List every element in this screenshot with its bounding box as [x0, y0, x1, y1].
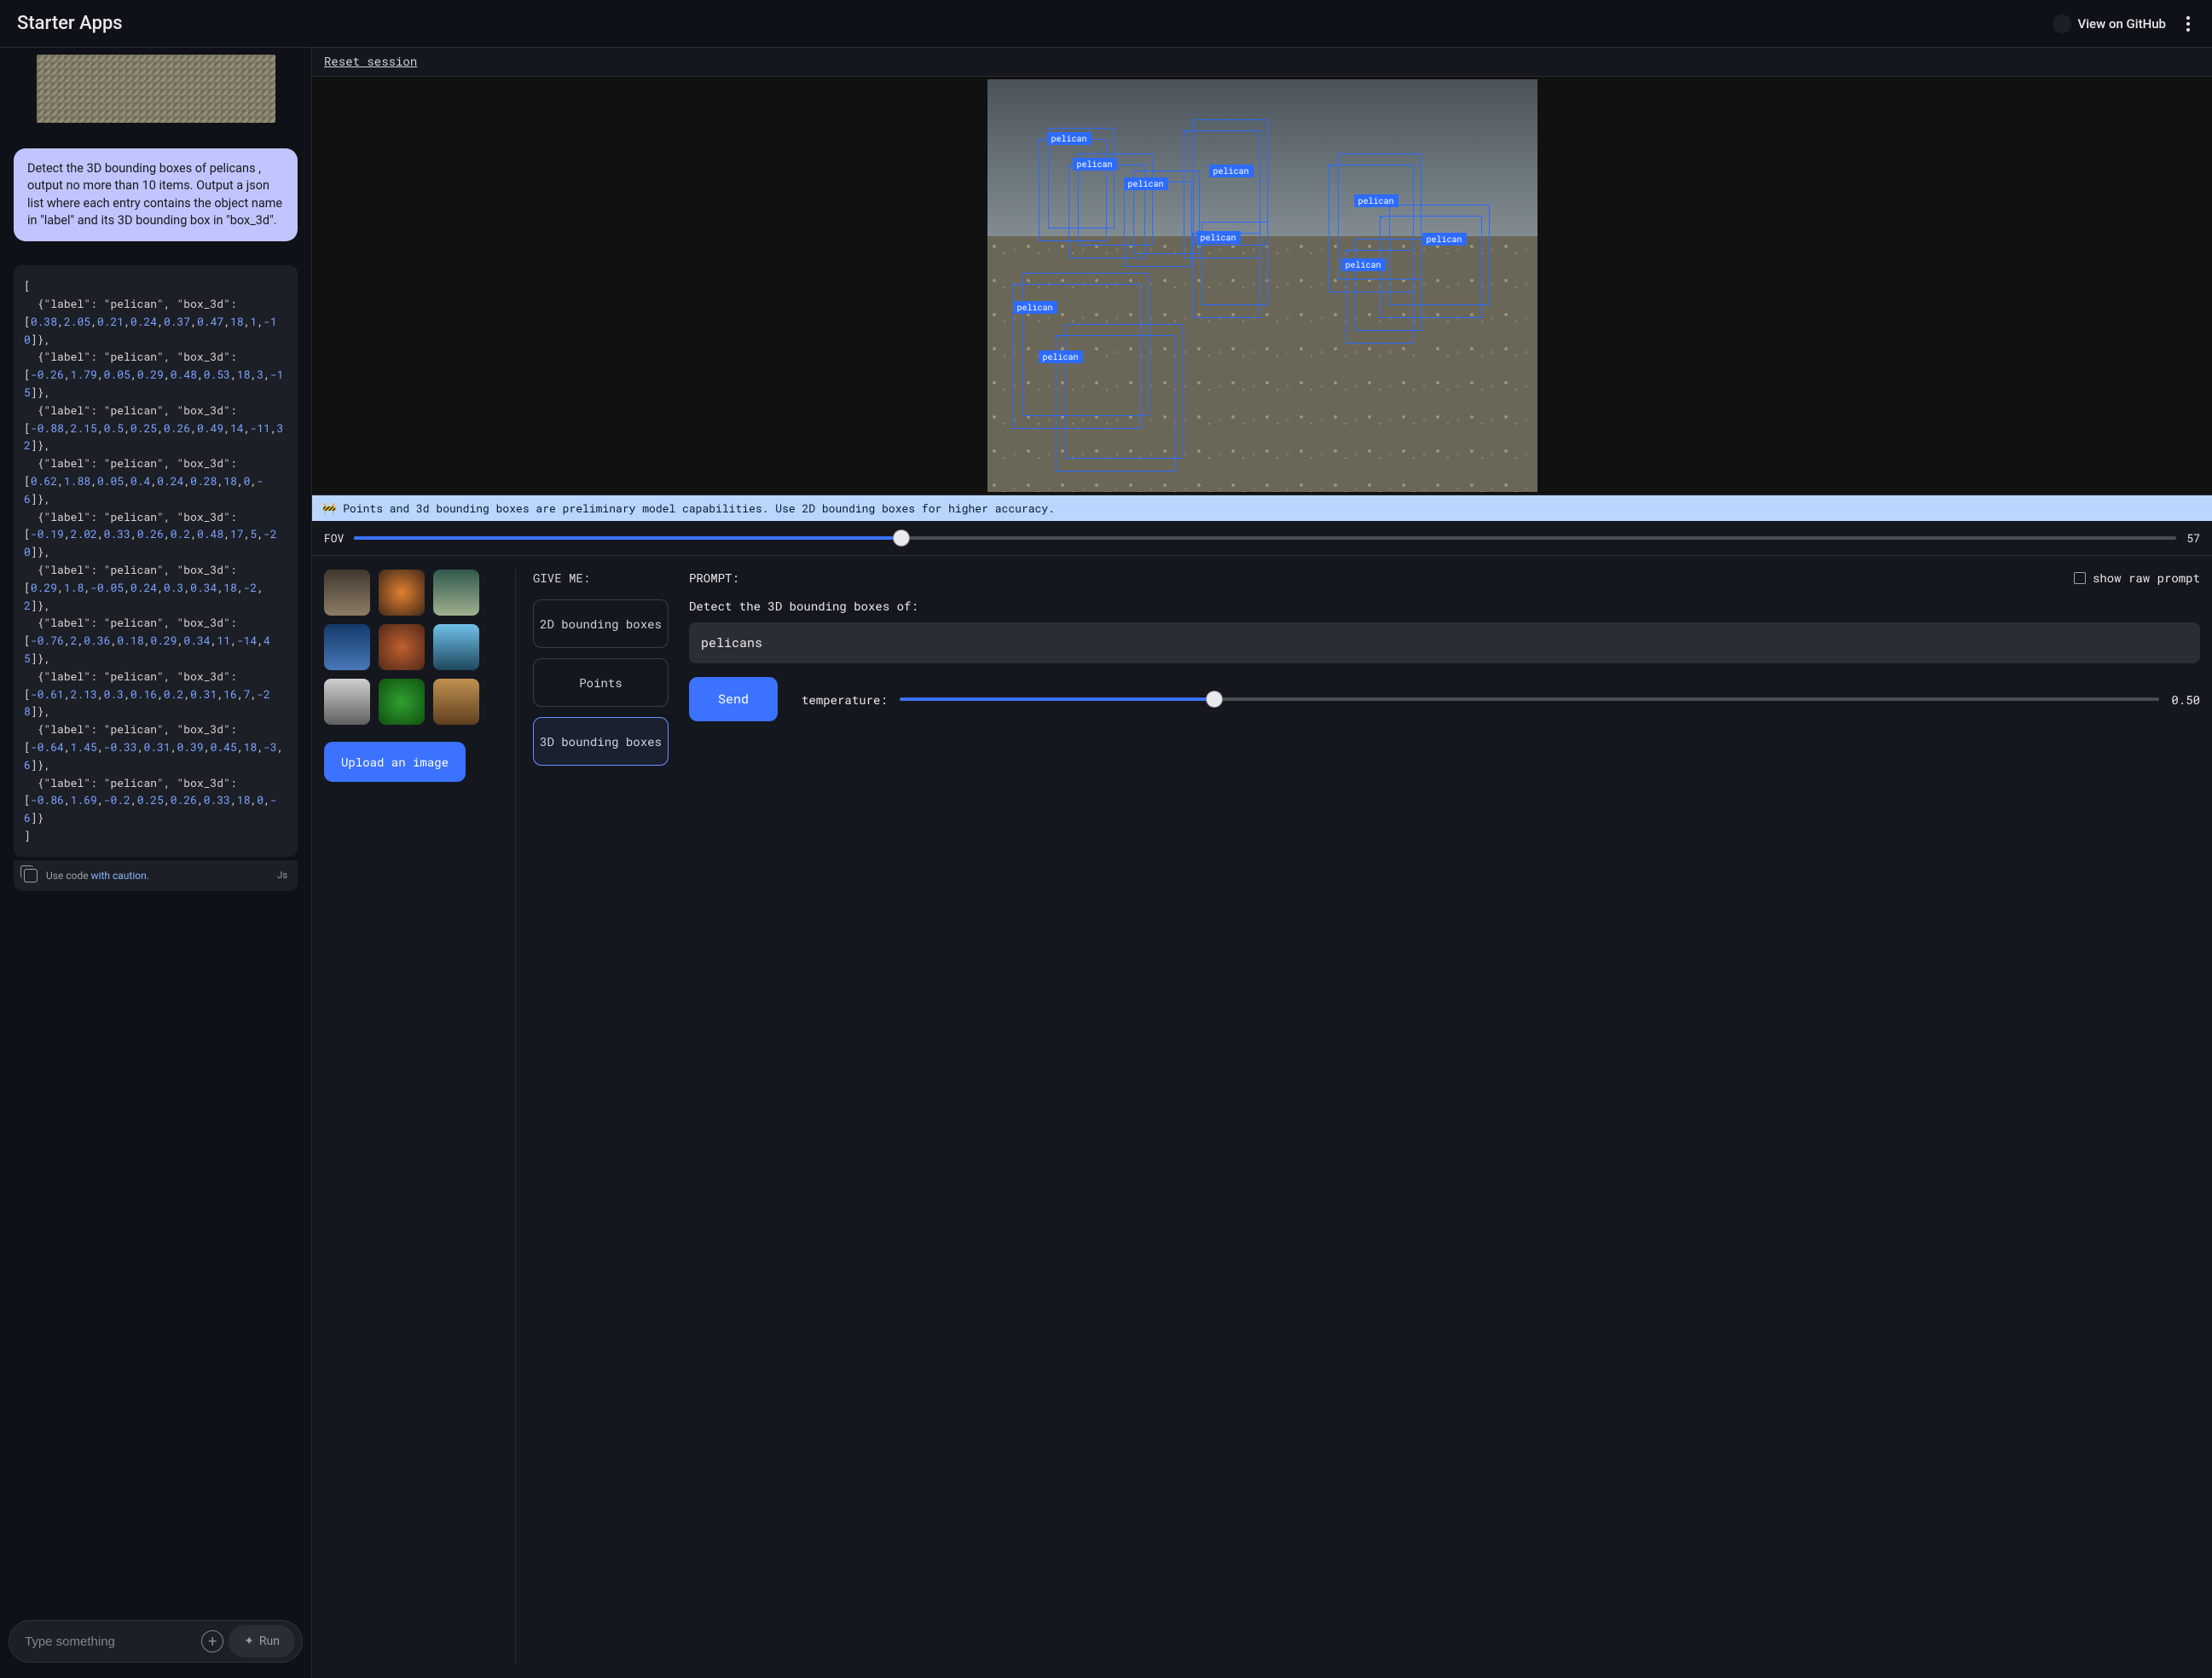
raw-label: show raw prompt	[2093, 570, 2200, 586]
example-thumb[interactable]	[433, 679, 479, 725]
github-icon	[2053, 14, 2071, 33]
bbox-label: pelican	[1422, 233, 1467, 246]
prompt-label: PROMPT:	[689, 570, 739, 586]
bbox-label: pelican	[1341, 258, 1386, 271]
caution-link[interactable]: with caution	[91, 870, 147, 882]
bbox-3d	[1192, 233, 1260, 318]
bbox-label: pelican	[1124, 177, 1168, 190]
temperature-value: 0.50	[2171, 691, 2200, 708]
warning-icon: 🚧	[322, 501, 336, 516]
chat-input[interactable]: + ✦ Run	[9, 1620, 303, 1663]
bbox-label: pelican	[1073, 158, 1117, 171]
example-thumb[interactable]	[379, 624, 425, 670]
temperature-slider[interactable]	[900, 691, 2160, 708]
canvas-area: pelican pelican pelican pelican pelican pelic…	[312, 76, 2212, 495]
prompt-column: PROMPT: show raw prompt Detect the 3D bo…	[689, 570, 2200, 1664]
example-thumbnails	[324, 570, 495, 725]
attach-icon[interactable]: +	[201, 1630, 223, 1652]
github-link[interactable]: View on GitHub	[2053, 14, 2166, 33]
bbox-label: pelican	[1354, 194, 1398, 207]
bbox-3d	[1124, 182, 1192, 267]
chat-input-row: + ✦ Run	[0, 1608, 311, 1678]
model-response-code: [ {"label": "pelican", "box_3d": [0.38,2…	[14, 265, 298, 857]
fov-label: FOV	[324, 530, 344, 546]
code-lang-badge: Js	[277, 870, 287, 881]
example-thumb[interactable]	[324, 570, 370, 616]
mode-points[interactable]: Points	[533, 658, 669, 707]
prompt-prefix: Detect the 3D bounding boxes of:	[689, 598, 2200, 614]
checkbox-icon	[2074, 572, 2086, 584]
code-caution-bar: Use code with caution. Js	[14, 860, 298, 891]
show-raw-prompt-toggle[interactable]: show raw prompt	[2074, 570, 2200, 586]
bbox-label: pelican	[1209, 165, 1254, 177]
fov-value: 57	[2186, 530, 2200, 546]
example-thumb[interactable]	[433, 570, 479, 616]
visualization-pane: Reset session pelicanpelicanpelicanpelic…	[312, 48, 2212, 1678]
sparkle-icon: ✦	[244, 1635, 254, 1648]
run-label: Run	[259, 1635, 280, 1648]
run-button[interactable]: ✦ Run	[229, 1625, 295, 1658]
chat-text-field[interactable]	[25, 1635, 201, 1649]
chat-pane: Detect the 3D bounding boxes of pelicans…	[0, 48, 312, 1678]
prompt-target-input[interactable]	[689, 622, 2200, 663]
fov-slider[interactable]	[354, 529, 2176, 547]
example-thumb[interactable]	[379, 679, 425, 725]
overflow-menu-icon[interactable]	[2181, 11, 2195, 37]
reset-session-link[interactable]: Reset session	[324, 53, 417, 69]
mode-2d-bounding-boxes[interactable]: 2D bounding boxes	[533, 599, 669, 648]
example-thumb[interactable]	[379, 570, 425, 616]
temperature-label: temperature:	[802, 691, 888, 708]
caution-prefix: Use code	[46, 870, 91, 882]
copy-icon[interactable]	[24, 869, 38, 882]
warning-banner: 🚧 Points and 3d bounding boxes are preli…	[312, 495, 2212, 521]
topbar: Starter Apps View on GitHub	[0, 0, 2212, 48]
input-image-thumbnail[interactable]	[37, 55, 275, 123]
app-title: Starter Apps	[17, 13, 123, 34]
mode-3d-bounding-boxes[interactable]: 3D bounding boxes	[533, 717, 669, 766]
bbox-label: pelican	[1047, 132, 1092, 145]
bbox-3d	[1380, 216, 1482, 318]
warning-text: Points and 3d bounding boxes are prelimi…	[343, 501, 1055, 516]
send-button[interactable]: Send	[689, 677, 778, 721]
bbox-label: pelican	[1039, 350, 1083, 363]
fov-row: FOV 57	[312, 521, 2212, 556]
github-label: View on GitHub	[2078, 16, 2166, 32]
mode-column: GIVE ME: 2D bounding boxes Points 3D bou…	[515, 570, 669, 1664]
examples-column: Upload an image	[324, 570, 495, 1664]
bbox-label: pelican	[1196, 231, 1241, 244]
upload-image-button[interactable]: Upload an image	[324, 742, 466, 782]
result-canvas[interactable]: pelican pelican pelican pelican pelican pelic…	[987, 79, 1537, 492]
give-me-label: GIVE ME:	[533, 570, 669, 586]
caution-suffix: .	[147, 870, 149, 882]
example-thumb[interactable]	[324, 624, 370, 670]
user-message: Detect the 3D bounding boxes of pelicans…	[14, 148, 298, 241]
example-thumb[interactable]	[433, 624, 479, 670]
example-thumb[interactable]	[324, 679, 370, 725]
bbox-label: pelican	[1013, 301, 1057, 314]
